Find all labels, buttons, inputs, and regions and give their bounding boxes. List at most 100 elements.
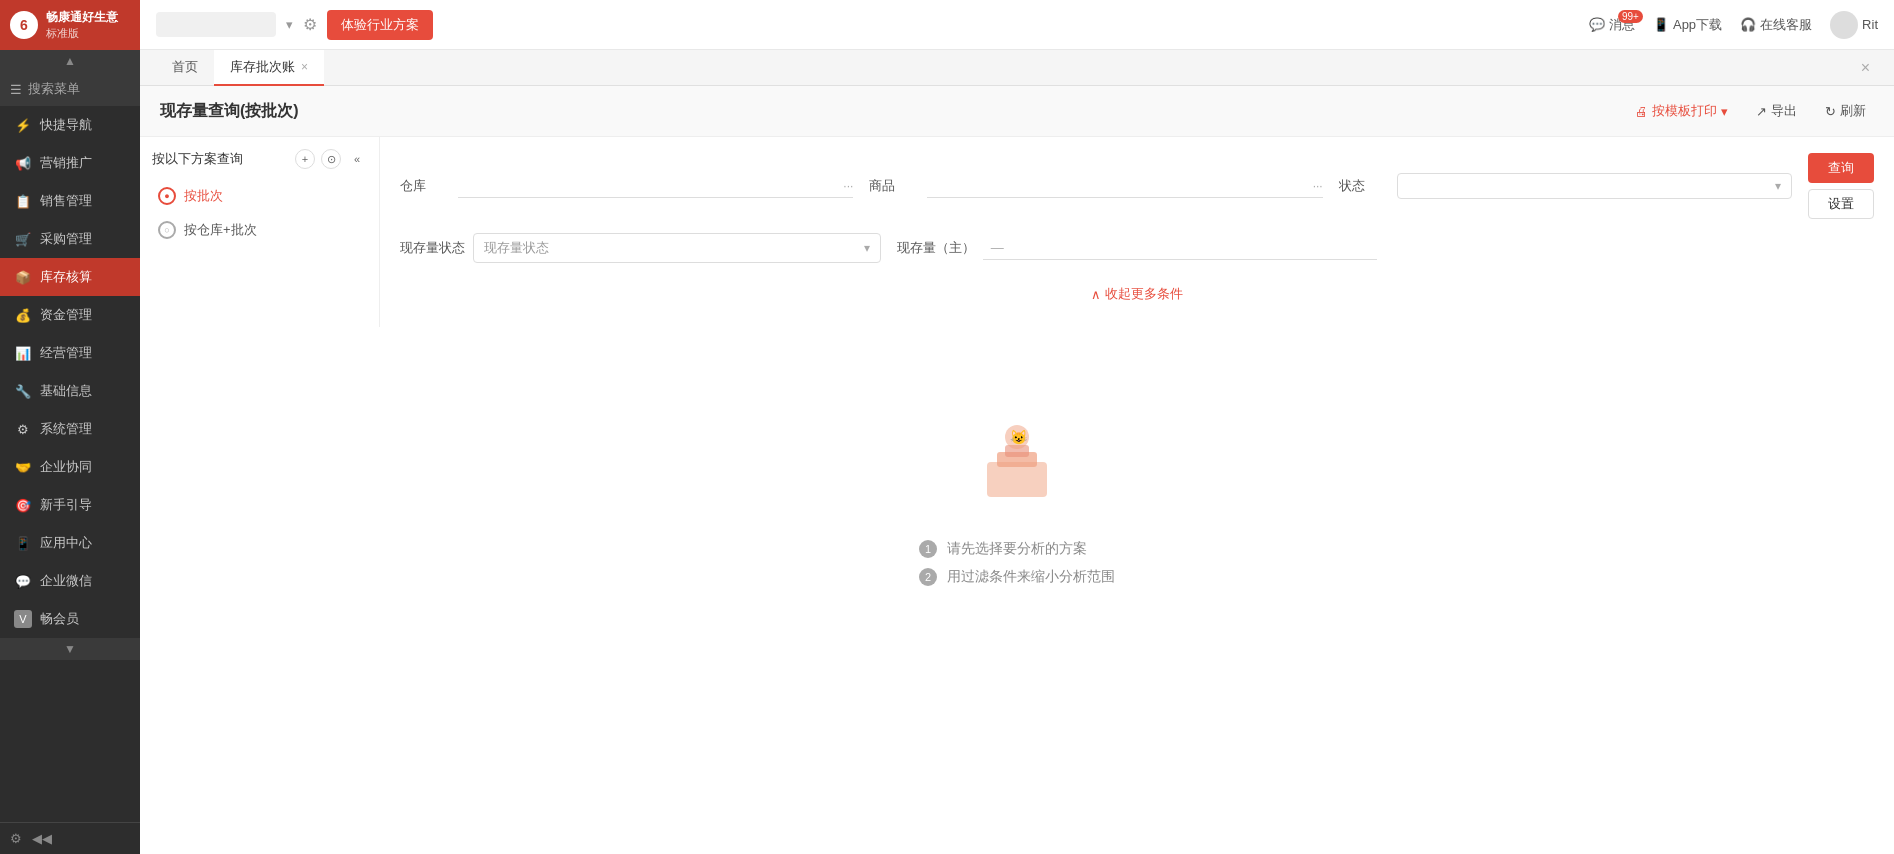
sidebar-item-wechat[interactable]: 💬 企业微信: [0, 562, 140, 600]
trial-btn[interactable]: 体验行业方案: [327, 10, 433, 40]
filter-option-by-warehouse-batch[interactable]: ○ 按仓库+批次: [152, 213, 367, 247]
notification-badge: 99+: [1618, 10, 1643, 23]
filter-option-warehouse-icon: ○: [158, 221, 176, 239]
export-btn[interactable]: ↗ 导出: [1748, 98, 1805, 124]
sidebar-item-newbie[interactable]: 🎯 新手引导: [0, 486, 140, 524]
notifications-item[interactable]: 💬 消息 99+: [1589, 16, 1635, 34]
sidebar-search[interactable]: ☰ 搜索菜单: [0, 72, 140, 106]
page-header-actions: 🖨 按模板打印 ▾ ↗ 导出 ↻ 刷新: [1627, 98, 1874, 124]
product-label: 商品: [869, 177, 919, 195]
svg-text:😺: 😺: [1010, 429, 1028, 446]
query-button[interactable]: 查询: [1808, 153, 1874, 183]
headset-icon: 🎧: [1740, 17, 1756, 32]
search-icon: ☰: [10, 82, 22, 97]
product-input[interactable]: [927, 178, 1312, 193]
sidebar-item-sales[interactable]: 📋 销售管理: [0, 182, 140, 220]
filter-settings-btn[interactable]: ⊙: [321, 149, 341, 169]
refresh-btn[interactable]: ↻ 刷新: [1817, 98, 1874, 124]
collapse-more-btn[interactable]: ∧ 收起更多条件: [400, 277, 1874, 311]
filter-row-1: 仓库 ··· 商品 ···: [400, 153, 1874, 219]
empty-state: 😺 1 请先选择要分析的方案 2 用过滤条件来缩小分析范围: [140, 327, 1894, 670]
phone-icon: 📱: [1653, 17, 1669, 32]
filter-field-product: 商品 ···: [869, 174, 1322, 198]
tab-home[interactable]: 首页: [156, 50, 214, 86]
page-content: 现存量查询(按批次) 🖨 按模板打印 ▾ ↗ 导出 ↻ 刷新: [140, 86, 1894, 854]
topbar-search-input[interactable]: [156, 12, 276, 37]
stock-qty-dash: —: [983, 240, 1012, 255]
sidebar-item-membership[interactable]: V 畅会员: [0, 600, 140, 638]
sidebar-item-quick-nav[interactable]: ⚡ 快捷导航: [0, 106, 140, 144]
sales-icon: 📋: [14, 192, 32, 210]
app-download-item[interactable]: 📱 App下载: [1653, 16, 1722, 34]
topbar-chevron-icon[interactable]: ▾: [286, 17, 293, 32]
sidebar-item-inventory[interactable]: 📦 库存核算: [0, 258, 140, 296]
filter-field-stock-qty: 现存量（主） —: [897, 236, 1378, 260]
warehouse-label: 仓库: [400, 177, 450, 195]
sidebar-item-enterprise[interactable]: 🤝 企业协同: [0, 448, 140, 486]
online-service-item[interactable]: 🎧 在线客服: [1740, 16, 1812, 34]
sidebar-scroll-up[interactable]: ▲: [0, 50, 140, 72]
wechat-icon: 💬: [14, 572, 32, 590]
user-profile[interactable]: Rit: [1830, 11, 1878, 39]
system-icon: ⚙: [14, 420, 32, 438]
page-header: 现存量查询(按批次) 🖨 按模板打印 ▾ ↗ 导出 ↻ 刷新: [140, 86, 1894, 137]
filter-option-by-batch[interactable]: ● 按批次: [152, 179, 367, 213]
sidebar-bottom: ⚙ ◀◀: [0, 822, 140, 854]
topbar: ▾ ⚙ 体验行业方案 💬 消息 99+ 📱 App下载 🎧 在线客服 Rit: [140, 0, 1894, 50]
sidebar-item-marketing[interactable]: 📢 营销推广: [0, 144, 140, 182]
marketing-icon: 📢: [14, 154, 32, 172]
svg-rect-0: [987, 462, 1047, 497]
stock-qty-input-wrap: —: [983, 236, 1378, 260]
tab-area-close-btn[interactable]: ×: [1853, 59, 1878, 77]
stock-status-arrow-icon: ▾: [864, 241, 870, 255]
sidebar-item-purchase[interactable]: 🛒 采购管理: [0, 220, 140, 258]
tab-close-icon[interactable]: ×: [301, 60, 308, 74]
empty-illustration: 😺: [967, 407, 1067, 510]
tip-num-2: 2: [919, 568, 937, 586]
app-center-icon: 📱: [14, 534, 32, 552]
warehouse-input[interactable]: [458, 178, 843, 193]
page-title: 现存量查询(按批次): [160, 101, 299, 122]
filter-sidebar-title: 按以下方案查询 + ⊙ «: [152, 149, 367, 169]
stock-status-select-label: 现存量状态: [484, 239, 864, 257]
sidebar-scroll-down[interactable]: ▼: [0, 638, 140, 660]
filter-field-stock-status: 现存量状态 现存量状态 ▾: [400, 233, 881, 263]
newbie-icon: 🎯: [14, 496, 32, 514]
filter-sidebar: 按以下方案查询 + ⊙ « ● 按批次 ○ 按仓库+批次: [140, 137, 380, 327]
sidebar-item-finance[interactable]: 💰 资金管理: [0, 296, 140, 334]
empty-tips: 1 请先选择要分析的方案 2 用过滤条件来缩小分析范围: [919, 534, 1115, 590]
settings-bottom-icon[interactable]: ⚙: [10, 831, 22, 846]
product-more-icon[interactable]: ···: [1313, 179, 1323, 193]
settings-button[interactable]: 设置: [1808, 189, 1874, 219]
tip-num-1: 1: [919, 540, 937, 558]
filter-row-2: 现存量状态 现存量状态 ▾ 现存量（主） —: [400, 233, 1874, 263]
sidebar-item-operations[interactable]: 📊 经营管理: [0, 334, 140, 372]
sidebar-item-basic-info[interactable]: 🔧 基础信息: [0, 372, 140, 410]
message-icon: 💬: [1589, 17, 1605, 32]
sidebar: 6 畅康通好生意 标准版 ▲ ☰ 搜索菜单 ⚡ 快捷导航 📢 营销推广 📋 销售…: [0, 0, 140, 854]
collapse-more-arrow-icon: ∧: [1091, 287, 1101, 302]
warehouse-more-icon[interactable]: ···: [843, 179, 853, 193]
app-name: 畅康通好生意 标准版: [46, 9, 118, 41]
inventory-icon: 📦: [14, 268, 32, 286]
collapse-sidebar-icon[interactable]: ◀◀: [32, 831, 52, 846]
tabbar: 首页 库存批次账 × ×: [140, 50, 1894, 86]
refresh-icon: ↻: [1825, 104, 1836, 119]
quick-nav-icon: ⚡: [14, 116, 32, 134]
empty-tip-2: 2 用过滤条件来缩小分析范围: [919, 562, 1115, 590]
operations-icon: 📊: [14, 344, 32, 362]
tab-inventory-batch[interactable]: 库存批次账 ×: [214, 50, 324, 86]
filter-collapse-btn[interactable]: «: [347, 149, 367, 169]
product-input-wrap: ···: [927, 174, 1322, 198]
stock-status-select[interactable]: 现存量状态 ▾: [473, 233, 881, 263]
export-icon: ↗: [1756, 104, 1767, 119]
filter-add-btn[interactable]: +: [295, 149, 315, 169]
sidebar-item-app-center[interactable]: 📱 应用中心: [0, 524, 140, 562]
filter-sidebar-icons: + ⊙ «: [295, 149, 367, 169]
status-select[interactable]: ▾: [1397, 173, 1792, 199]
topbar-right: 💬 消息 99+ 📱 App下载 🎧 在线客服 Rit: [1589, 11, 1878, 39]
topbar-gear-icon[interactable]: ⚙: [303, 15, 317, 34]
filter-field-status: 状态 ▾: [1339, 173, 1792, 199]
print-btn[interactable]: 🖨 按模板打印 ▾: [1627, 98, 1736, 124]
sidebar-item-system[interactable]: ⚙ 系统管理: [0, 410, 140, 448]
